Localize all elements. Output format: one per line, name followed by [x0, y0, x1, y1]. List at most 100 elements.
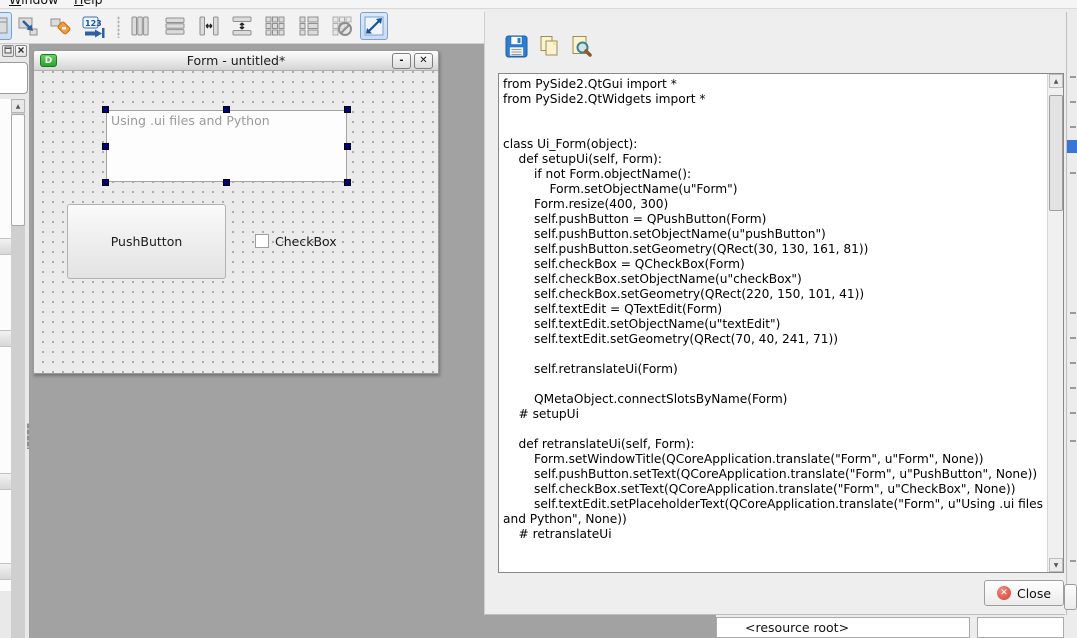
- layout-horizontally-button[interactable]: [126, 12, 154, 40]
- grid-layout-icon: [264, 15, 286, 37]
- dock-float-button[interactable]: [2, 45, 14, 57]
- edit-widgets-button[interactable]: [0, 12, 12, 40]
- minimize-icon: -: [399, 55, 403, 66]
- scrollbar-thumb[interactable]: [1049, 95, 1063, 211]
- close-icon: ✕: [419, 55, 427, 66]
- form-canvas[interactable]: Using .ui files and Python PushButton Ch…: [34, 71, 438, 373]
- code-view[interactable]: from PySide2.QtGui import * from PySide2…: [498, 73, 1064, 573]
- widget-box-dock-fragment: ▲: [0, 44, 30, 638]
- resource-tree-panel: <resource root>: [716, 617, 970, 638]
- widget-box-scrollbar[interactable]: ▲: [11, 99, 25, 638]
- tree-branch-mark: [1070, 560, 1076, 562]
- pushbutton-widget[interactable]: PushButton: [67, 204, 226, 279]
- form-window-title: Form - untitled*: [34, 53, 438, 68]
- layout-horizontal-icon: [129, 15, 151, 37]
- resource-root-item[interactable]: <resource root>: [745, 620, 849, 635]
- hidden-button-fragment[interactable]: [1064, 584, 1077, 610]
- horizontal-splitter-icon: [198, 15, 220, 37]
- selection-handle-ne[interactable]: [344, 106, 351, 113]
- form-window-titlebar[interactable]: D Form - untitled* - ✕: [34, 51, 438, 71]
- tree-branch-mark: [1070, 76, 1076, 78]
- tree-branch-mark: [1070, 126, 1076, 128]
- form-layout-icon: [298, 15, 320, 37]
- float-icon: [4, 46, 12, 54]
- mode-and-layout-toolbar: 123: [0, 10, 484, 44]
- code-preview-dialog: from PySide2.QtGui import * from PySide2…: [484, 12, 1065, 615]
- toolbar-separator: [117, 16, 120, 38]
- break-layout-icon: [331, 15, 353, 37]
- edit-buddies-icon: [50, 15, 72, 37]
- selection-handle-e[interactable]: [344, 143, 351, 150]
- menubar: Window Help: [0, 0, 1077, 9]
- menu-help[interactable]: Help: [74, 0, 103, 7]
- checkbox-label: CheckBox: [275, 234, 337, 249]
- selection-handle-se[interactable]: [344, 179, 351, 186]
- dock-close-button[interactable]: [15, 45, 27, 57]
- code-text: from PySide2.QtGui import * from PySide2…: [503, 77, 1046, 542]
- tree-branch-mark: [1070, 312, 1076, 314]
- checkbox-box: [255, 234, 269, 248]
- close-icon: [17, 46, 25, 54]
- scrollbar-thumb[interactable]: [11, 114, 25, 226]
- resource-preview-panel: [977, 617, 1064, 638]
- layout-grid-button[interactable]: [261, 12, 289, 40]
- tree-branch-mark: [1070, 440, 1076, 442]
- edit-signals-slots-button[interactable]: [14, 12, 42, 40]
- find-icon: [570, 35, 593, 58]
- mdi-area-fragment: [484, 615, 716, 638]
- adjust-size-button[interactable]: [360, 12, 388, 40]
- svg-text:123: 123: [85, 19, 102, 28]
- code-scrollbar[interactable]: ▲ ▼: [1047, 74, 1063, 572]
- checkbox-widget[interactable]: CheckBox: [255, 233, 337, 249]
- copy-icon: [538, 35, 561, 58]
- tree-branch-mark: [1070, 172, 1076, 174]
- widget-category-row[interactable]: [0, 330, 11, 347]
- edit-widgets-icon: [0, 15, 9, 37]
- layout-form-button[interactable]: [295, 12, 323, 40]
- copy-code-button[interactable]: [538, 35, 563, 60]
- tree-branch-mark: [1070, 362, 1076, 364]
- edit-tab-order-icon: 123: [82, 15, 105, 38]
- selection-handle-s[interactable]: [223, 179, 230, 186]
- widget-category-row[interactable]: [0, 238, 11, 255]
- edit-buddies-button[interactable]: [47, 12, 75, 40]
- selected-tree-item-fragment[interactable]: [1067, 140, 1077, 153]
- menu-window[interactable]: Window: [9, 0, 58, 7]
- layout-vertical-splitter-button[interactable]: [228, 12, 256, 40]
- edit-tab-order-button[interactable]: 123: [79, 12, 107, 40]
- break-layout-button[interactable]: [328, 12, 356, 40]
- pushbutton-label: PushButton: [111, 234, 183, 249]
- selection-handle-sw[interactable]: [102, 179, 109, 186]
- tree-branch-mark: [1070, 337, 1076, 339]
- widget-filter-input[interactable]: [0, 62, 28, 94]
- widget-category-row[interactable]: [0, 473, 11, 490]
- adjust-size-icon: [363, 15, 385, 37]
- widget-category-row[interactable]: [0, 563, 11, 580]
- textedit-placeholder: Using .ui files and Python: [111, 113, 270, 128]
- selection-handle-nw[interactable]: [102, 106, 109, 113]
- tree-branch-mark: [1070, 387, 1076, 389]
- scroll-up-icon[interactable]: ▲: [11, 99, 25, 113]
- form-minimize-button[interactable]: -: [392, 53, 411, 69]
- tree-branch-mark: [1070, 412, 1076, 414]
- dock-splitter-handle[interactable]: [27, 423, 29, 449]
- save-code-button[interactable]: [505, 35, 530, 60]
- form-close-button[interactable]: ✕: [414, 53, 433, 69]
- close-dialog-button[interactable]: ✕ Close: [984, 580, 1064, 606]
- selection-handle-w[interactable]: [102, 143, 109, 150]
- selection-handle-n[interactable]: [223, 106, 230, 113]
- close-button-label: Close: [1017, 586, 1051, 601]
- layout-horizontal-splitter-button[interactable]: [195, 12, 223, 40]
- scroll-up-icon[interactable]: ▲: [1049, 74, 1063, 88]
- close-icon: ✕: [997, 586, 1011, 600]
- tree-branch-mark: [1070, 101, 1076, 103]
- qt-designer-window: Window Help: [0, 0, 1077, 638]
- find-in-code-button[interactable]: [570, 35, 595, 60]
- scroll-down-icon[interactable]: ▼: [1049, 558, 1063, 572]
- vertical-splitter-icon: [231, 15, 253, 37]
- layout-vertical-icon: [164, 15, 186, 37]
- widget-box-list-fragment: [0, 99, 11, 591]
- textedit-widget[interactable]: Using .ui files and Python: [106, 110, 347, 182]
- mdi-area: D Form - untitled* - ✕ Using .ui files a…: [30, 44, 484, 638]
- layout-vertically-button[interactable]: [161, 12, 189, 40]
